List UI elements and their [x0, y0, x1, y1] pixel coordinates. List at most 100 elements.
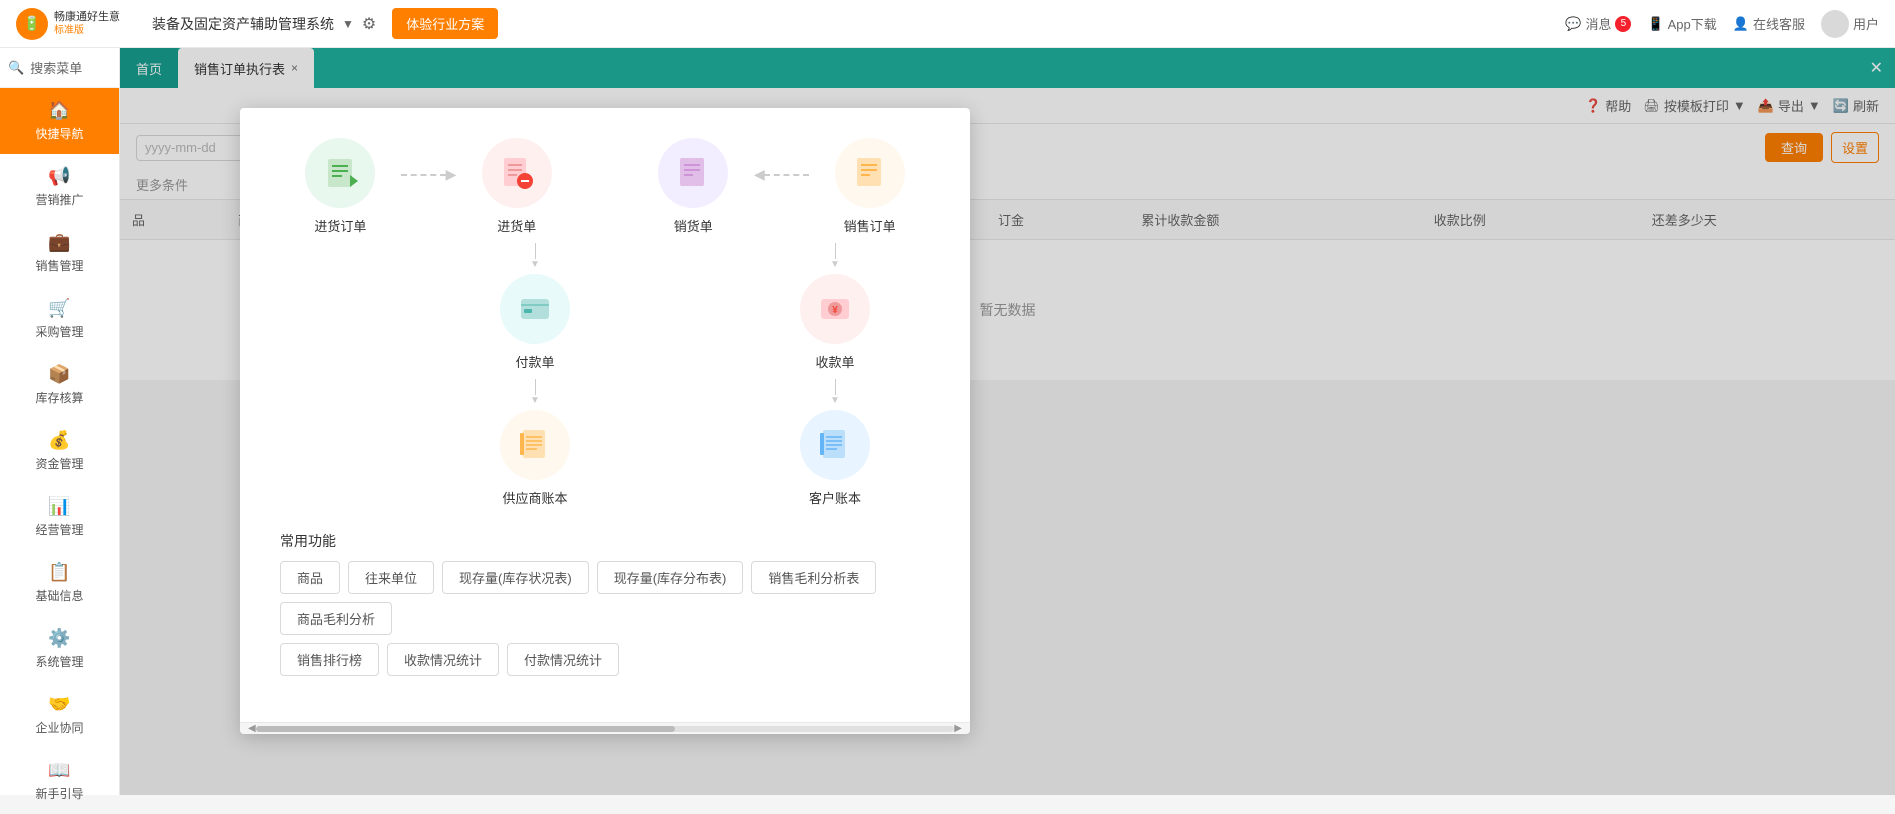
flow-arrows-v-row: ▼ ▼ — [280, 243, 930, 270]
flow-sales-bill[interactable]: 销货单 — [633, 138, 754, 235]
arrow-sales-order-to-bill: ▶ — [754, 138, 810, 183]
func-btn-product-profit[interactable]: 商品毛利分析 — [280, 602, 392, 635]
flow-arrows-v-row2: ▼ ▼ — [280, 379, 930, 406]
arrow-head-1: ▶ — [446, 166, 457, 183]
func-btns-row2: 销售排行榜 收款情况统计 付款情况统计 — [280, 643, 930, 676]
func-btn-receipt-stats[interactable]: 收款情况统计 — [387, 643, 499, 676]
sidebar-item-purchase[interactable]: 🛒 采购管理 — [0, 286, 119, 352]
message-badge: 5 — [1615, 16, 1631, 32]
dropdown-arrow-icon[interactable]: ▼ — [342, 17, 354, 31]
try-industry-button[interactable]: 体验行业方案 — [392, 8, 498, 39]
home-icon: 🏠 — [48, 100, 70, 121]
app-download-button[interactable]: 📱 App下载 — [1647, 14, 1716, 33]
service-icon: 👤 — [1733, 16, 1749, 32]
purchase-icon: 🛒 — [48, 298, 70, 319]
flow-row-3: 供应商账本 客户账本 — [280, 410, 930, 507]
supplier-ledger-label: 供应商账本 — [502, 488, 567, 507]
v-arrow-receipt: ▼ — [770, 379, 900, 406]
flow-row-1: 进货订单 ▶ 进货单 — [280, 138, 930, 235]
v-line-1 — [535, 243, 536, 259]
func-btn-sales-rank[interactable]: 销售排行榜 — [280, 643, 379, 676]
sidebar-item-inventory[interactable]: 📦 库存核算 — [0, 352, 119, 418]
common-functions-title: 常用功能 — [280, 531, 930, 551]
search-icon: 🔍 — [8, 60, 24, 76]
v-arrow-3: ▼ — [530, 395, 540, 406]
download-icon: 📱 — [1647, 16, 1663, 32]
sidebar-item-finance[interactable]: 💰 资金管理 — [0, 418, 119, 484]
func-btn-payment-stats[interactable]: 付款情况统计 — [507, 643, 619, 676]
scrollbar-thumb[interactable] — [256, 726, 675, 732]
top-header: 🔋 畅康通好生意 标准版 装备及固定资产辅助管理系统 ▼ ⚙ 体验行业方案 💬 … — [0, 0, 1895, 48]
sidebar-item-marketing[interactable]: 📢 营销推广 — [0, 154, 119, 220]
newbie-icon: 📖 — [48, 760, 70, 781]
receipt-bill-label: 收款单 — [815, 352, 854, 371]
v-arrow-4: ▼ — [830, 395, 840, 406]
func-btn-stock-status[interactable]: 现存量(库存状况表) — [442, 561, 589, 594]
func-btn-sales-profit[interactable]: 销售毛利分析表 — [751, 561, 876, 594]
scroll-right-button[interactable]: ▶ — [954, 723, 962, 734]
content-area: 首页 销售订单执行表 × ✕ ❓ 帮助 🖨 按模板打印 ▼ — [120, 48, 1895, 795]
customer-ledger-circle — [800, 410, 870, 480]
sidebar-item-sales[interactable]: 💼 销售管理 — [0, 220, 119, 286]
func-btns-row1: 商品 往来单位 现存量(库存状况表) 现存量(库存分布表) 销售毛利分析表 商品… — [280, 561, 930, 635]
arrow-purchase-to-bill: ▶ — [401, 138, 457, 183]
flow-supplier-ledger[interactable]: 供应商账本 — [470, 410, 600, 507]
search-menu[interactable]: 🔍 搜索菜单 — [0, 48, 119, 88]
purchase-order-label: 进货订单 — [314, 216, 366, 235]
purchase-bill-circle — [482, 138, 552, 208]
customer-ledger-label: 客户账本 — [809, 488, 861, 507]
popup-scrollbar: ◀ ▶ — [240, 722, 970, 734]
sidebar-item-quick-nav[interactable]: 🏠 快捷导航 — [0, 88, 119, 154]
flow-payment-bill[interactable]: 付款单 — [470, 274, 600, 371]
receipt-bill-circle: ¥ — [800, 274, 870, 344]
logo-icon: 🔋 — [16, 8, 48, 40]
svg-text:¥: ¥ — [832, 305, 838, 316]
settings-icon[interactable]: ⚙ — [362, 14, 376, 34]
flow-receipt-bill[interactable]: ¥ 收款单 — [770, 274, 900, 371]
v-arrow-payment: ▼ — [470, 379, 600, 406]
scroll-left-button[interactable]: ◀ — [248, 723, 256, 734]
v-arrow-purchase: ▼ — [470, 243, 600, 270]
logo-area: 🔋 畅康通好生意 标准版 — [16, 8, 136, 40]
sales-order-circle — [835, 138, 905, 208]
sidebar-item-basics[interactable]: 📋 基础信息 — [0, 550, 119, 616]
common-functions: 常用功能 商品 往来单位 现存量(库存状况表) 现存量(库存分布表) 销售毛利分… — [280, 531, 930, 676]
func-btn-stock-dist[interactable]: 现存量(库存分布表) — [597, 561, 744, 594]
v-line-2 — [835, 243, 836, 259]
sidebar-item-enterprise[interactable]: 🤝 企业协同 — [0, 682, 119, 748]
message-icon: 💬 — [1565, 16, 1581, 32]
flow-purchase-bill[interactable]: 进货单 — [456, 138, 577, 235]
sidebar-item-newbie[interactable]: 📖 新手引导 — [0, 748, 119, 814]
func-btn-product[interactable]: 商品 — [280, 561, 340, 594]
logo-text: 畅康通好生意 标准版 — [54, 10, 120, 37]
sales-bill-label: 销货单 — [674, 216, 713, 235]
inventory-icon: 📦 — [48, 364, 70, 385]
popup-content: 进货订单 ▶ 进货单 — [240, 108, 970, 722]
flow-row-2: 付款单 ¥ 收款单 — [280, 274, 930, 371]
flow-purchase-order[interactable]: 进货订单 — [280, 138, 401, 235]
user-avatar — [1821, 10, 1849, 38]
flow-customer-ledger[interactable]: 客户账本 — [770, 410, 900, 507]
v-arrow-1: ▼ — [530, 259, 540, 270]
dashed-line-1 — [401, 174, 446, 176]
flow-sales-order[interactable]: 销售订单 — [809, 138, 930, 235]
scrollbar-track[interactable] — [256, 726, 955, 732]
online-service-button[interactable]: 👤 在线客服 — [1733, 14, 1805, 33]
sales-bill-circle — [658, 138, 728, 208]
message-button[interactable]: 💬 消息 5 — [1565, 14, 1631, 33]
v-arrow-sales: ▼ — [770, 243, 900, 270]
basics-icon: 📋 — [48, 562, 70, 583]
sales-icon: 💼 — [48, 232, 70, 253]
popup-modal: 进货订单 ▶ 进货单 — [240, 108, 970, 734]
user-menu[interactable]: 用户 — [1821, 10, 1879, 38]
sales-order-label: 销售订单 — [844, 216, 896, 235]
payment-bill-circle — [500, 274, 570, 344]
sidebar: 🔍 搜索菜单 🏠 快捷导航 📢 营销推广 💼 销售管理 🛒 采购管理 📦 库存核… — [0, 48, 120, 795]
sidebar-item-operations[interactable]: 📊 经营管理 — [0, 484, 119, 550]
dashed-line-2 — [764, 174, 809, 176]
sidebar-item-system[interactable]: ⚙️ 系统管理 — [0, 616, 119, 682]
system-icon: ⚙️ — [48, 628, 70, 649]
func-btn-units[interactable]: 往来单位 — [348, 561, 434, 594]
arrow-head-2: ▶ — [754, 166, 765, 183]
v-line-4 — [835, 379, 836, 395]
